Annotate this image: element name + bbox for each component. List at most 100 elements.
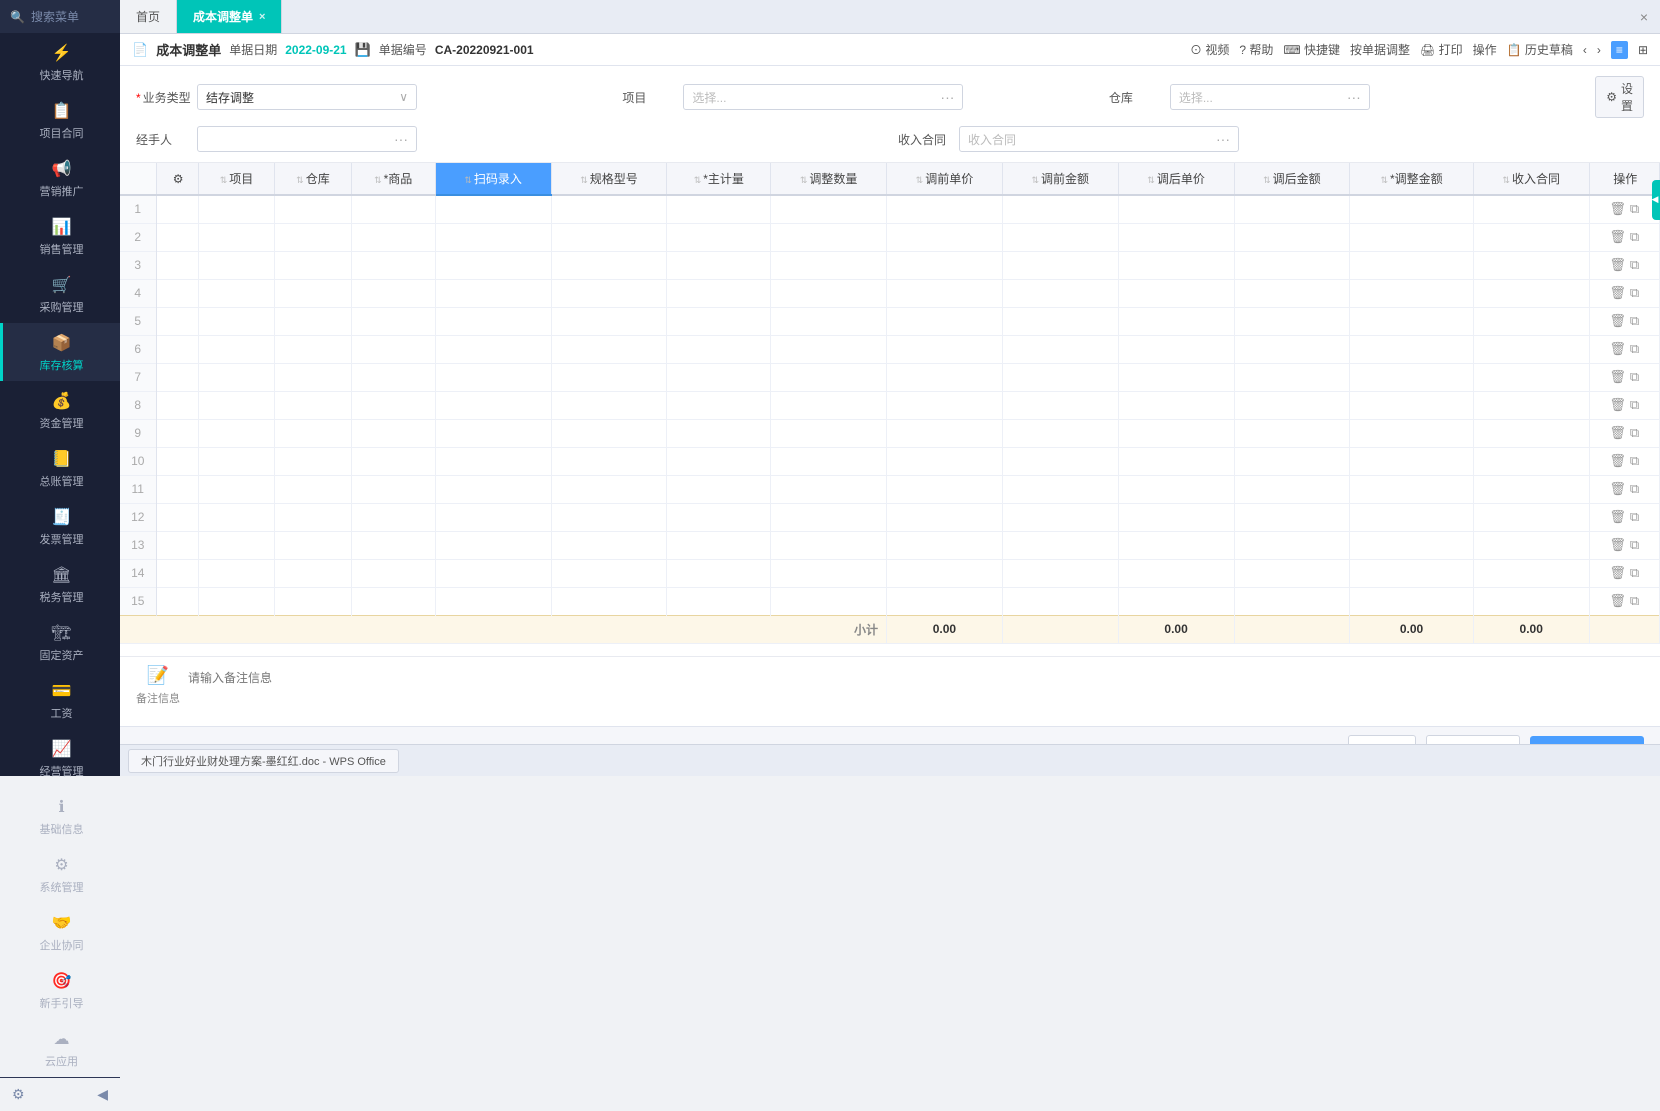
sidebar-item-project-contract[interactable]: 📋项目合同 (0, 91, 120, 149)
cell-income_contract-4[interactable] (1473, 279, 1589, 307)
sidebar-item-tax-mgmt[interactable]: 🏛税务管理 (0, 555, 120, 613)
cell-income_contract-1[interactable] (1473, 195, 1589, 223)
cell-unit-11[interactable] (667, 475, 771, 503)
cell-post_amount-9[interactable] (1234, 419, 1350, 447)
cell-scan-11[interactable] (435, 475, 551, 503)
cell-settings-1[interactable] (156, 195, 198, 223)
cell-product-5[interactable] (351, 307, 435, 335)
cell-pre_amount-1[interactable] (1002, 195, 1118, 223)
cell-scan-14[interactable] (435, 559, 551, 587)
toolbar-next[interactable]: › (1597, 43, 1601, 57)
cell-adjust_qty-1[interactable] (771, 195, 887, 223)
cell-unit-1[interactable] (667, 195, 771, 223)
warehouse-input[interactable]: 选择... ··· (1170, 84, 1370, 110)
cell-pre_amount-12[interactable] (1002, 503, 1118, 531)
cell-income_contract-15[interactable] (1473, 587, 1589, 615)
toolbar-operation[interactable]: 操作 (1473, 41, 1497, 58)
cell-warehouse-9[interactable] (275, 419, 351, 447)
cell-scan-13[interactable] (435, 531, 551, 559)
cell-adjust_qty-12[interactable] (771, 503, 887, 531)
cell-post_amount-10[interactable] (1234, 447, 1350, 475)
cell-adjust_qty-5[interactable] (771, 307, 887, 335)
cell-project-10[interactable] (198, 447, 274, 475)
cell-pre_unit_price-9[interactable] (887, 419, 1003, 447)
cell-warehouse-2[interactable] (275, 223, 351, 251)
cell-pre_amount-4[interactable] (1002, 279, 1118, 307)
cell-settings-5[interactable] (156, 307, 198, 335)
project-input[interactable]: 选择... ··· (683, 84, 963, 110)
cell-warehouse-3[interactable] (275, 251, 351, 279)
cell-unit-2[interactable] (667, 223, 771, 251)
cell-pre_unit_price-10[interactable] (887, 447, 1003, 475)
cell-post_amount-14[interactable] (1234, 559, 1350, 587)
cell-spec-10[interactable] (551, 447, 667, 475)
cell-post_unit_price-10[interactable] (1118, 447, 1234, 475)
cell-unit-8[interactable] (667, 391, 771, 419)
cell-product-10[interactable] (351, 447, 435, 475)
cell-pre_unit_price-12[interactable] (887, 503, 1003, 531)
cell-project-8[interactable] (198, 391, 274, 419)
copy-icon-15[interactable]: ⧉ (1630, 593, 1639, 609)
business-type-input[interactable]: 结存调整 ∨ (197, 84, 417, 110)
cell-adjust_amount-1[interactable] (1350, 195, 1473, 223)
cell-settings-3[interactable] (156, 251, 198, 279)
toolbar-view-grid[interactable]: ⊞ (1638, 43, 1648, 57)
cell-post_amount-6[interactable] (1234, 335, 1350, 363)
copy-icon-10[interactable]: ⧉ (1630, 453, 1639, 469)
cell-warehouse-5[interactable] (275, 307, 351, 335)
cell-settings-6[interactable] (156, 335, 198, 363)
sidebar-item-sales-mgmt[interactable]: 📊销售管理 (0, 207, 120, 265)
cell-settings-9[interactable] (156, 419, 198, 447)
cell-income_contract-13[interactable] (1473, 531, 1589, 559)
sidebar-item-payroll[interactable]: 💳工资 (0, 671, 120, 729)
cell-spec-7[interactable] (551, 363, 667, 391)
cell-adjust_qty-11[interactable] (771, 475, 887, 503)
cell-income_contract-8[interactable] (1473, 391, 1589, 419)
cell-spec-12[interactable] (551, 503, 667, 531)
toolbar-view-list[interactable]: ≡ (1611, 41, 1628, 59)
cell-pre_amount-6[interactable] (1002, 335, 1118, 363)
cell-settings-8[interactable] (156, 391, 198, 419)
sidebar-item-sales-promotion[interactable]: 📢营销推广 (0, 149, 120, 207)
cell-project-1[interactable] (198, 195, 274, 223)
cell-adjust_amount-6[interactable] (1350, 335, 1473, 363)
cell-scan-7[interactable] (435, 363, 551, 391)
toolbar-shortcut[interactable]: ⌨ 快捷键 (1283, 41, 1340, 58)
cell-pre_amount-14[interactable] (1002, 559, 1118, 587)
copy-icon-8[interactable]: ⧉ (1630, 397, 1639, 413)
sidebar-item-system-mgmt[interactable]: ⚙系统管理 (0, 845, 120, 903)
delete-icon-6[interactable]: 🗑 (1609, 341, 1626, 357)
cell-pre_unit_price-11[interactable] (887, 475, 1003, 503)
cell-unit-7[interactable] (667, 363, 771, 391)
delete-icon-7[interactable]: 🗑 (1609, 369, 1626, 385)
cell-income_contract-5[interactable] (1473, 307, 1589, 335)
cell-product-11[interactable] (351, 475, 435, 503)
cell-pre_unit_price-13[interactable] (887, 531, 1003, 559)
delete-icon-8[interactable]: 🗑 (1609, 397, 1626, 413)
cell-product-4[interactable] (351, 279, 435, 307)
cell-adjust_amount-10[interactable] (1350, 447, 1473, 475)
taskbar-item[interactable]: 木门行业好业财处理方案-墨红红.doc - WPS Office (128, 749, 399, 773)
cell-adjust_qty-3[interactable] (771, 251, 887, 279)
cell-income_contract-3[interactable] (1473, 251, 1589, 279)
tab-cost-adjust[interactable]: 成本调整单 × (177, 0, 282, 33)
cell-warehouse-8[interactable] (275, 391, 351, 419)
sidebar-item-cloud-apps[interactable]: ☁云应用 (0, 1019, 120, 1077)
cell-adjust_amount-11[interactable] (1350, 475, 1473, 503)
cell-settings-10[interactable] (156, 447, 198, 475)
cell-unit-13[interactable] (667, 531, 771, 559)
cell-scan-15[interactable] (435, 587, 551, 615)
cell-spec-1[interactable] (551, 195, 667, 223)
cell-adjust_amount-7[interactable] (1350, 363, 1473, 391)
delete-icon-13[interactable]: 🗑 (1609, 537, 1626, 553)
cell-income_contract-2[interactable] (1473, 223, 1589, 251)
cell-unit-4[interactable] (667, 279, 771, 307)
cell-adjust_amount-9[interactable] (1350, 419, 1473, 447)
cell-post_unit_price-4[interactable] (1118, 279, 1234, 307)
cell-product-3[interactable] (351, 251, 435, 279)
cell-adjust_qty-13[interactable] (771, 531, 887, 559)
cell-scan-9[interactable] (435, 419, 551, 447)
delete-icon-15[interactable]: 🗑 (1609, 593, 1626, 609)
delete-icon-1[interactable]: 🗑 (1609, 201, 1626, 217)
cell-post_unit_price-5[interactable] (1118, 307, 1234, 335)
